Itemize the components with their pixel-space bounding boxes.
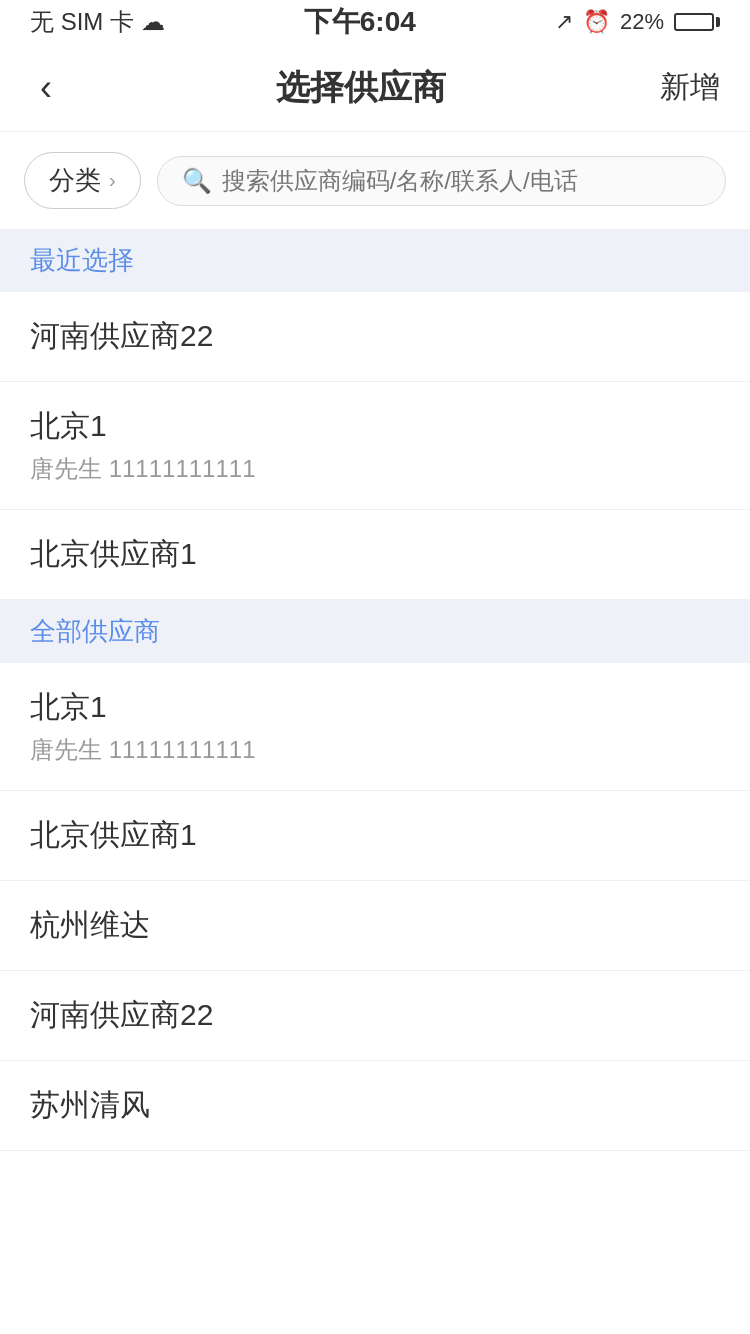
item-name: 北京1 xyxy=(30,687,720,728)
status-left: 无 SIM 卡 ☁ xyxy=(30,6,165,38)
status-time: 下午6:04 xyxy=(304,3,416,41)
status-bar: 无 SIM 卡 ☁ 下午6:04 ↗ ⏰ 22% xyxy=(0,0,750,44)
nav-bar: ‹ 选择供应商 新增 xyxy=(0,44,750,132)
battery-icon xyxy=(674,13,720,31)
filter-bar: 分类 › 🔍 xyxy=(0,132,750,229)
item-sub: 唐先生 11111111111 xyxy=(30,453,720,485)
battery-text: 22% xyxy=(620,9,664,35)
recent-section-header: 最近选择 xyxy=(0,229,750,292)
category-label: 分类 xyxy=(49,163,101,198)
no-sim-text: 无 SIM 卡 ☁ xyxy=(30,6,165,38)
item-name: 北京供应商1 xyxy=(30,815,720,856)
all-section-header: 全部供应商 xyxy=(0,600,750,663)
item-name: 北京供应商1 xyxy=(30,534,720,575)
item-name: 杭州维达 xyxy=(30,905,720,946)
recent-items-list: 河南供应商22 北京1 唐先生 11111111111 北京供应商1 xyxy=(0,292,750,600)
list-item[interactable]: 北京1 唐先生 11111111111 xyxy=(0,382,750,510)
list-item[interactable]: 河南供应商22 xyxy=(0,292,750,382)
item-name: 河南供应商22 xyxy=(30,995,720,1036)
item-name: 北京1 xyxy=(30,406,720,447)
search-box[interactable]: 🔍 xyxy=(157,156,726,206)
back-button[interactable]: ‹ xyxy=(30,57,62,119)
item-name: 河南供应商22 xyxy=(30,316,720,357)
all-items-list: 北京1 唐先生 11111111111 北京供应商1 杭州维达河南供应商22 苏州清风 xyxy=(0,663,750,1151)
list-item[interactable]: 北京1 唐先生 11111111111 xyxy=(0,663,750,791)
alarm-icon: ⏰ xyxy=(583,9,610,35)
chevron-right-icon: › xyxy=(109,169,116,192)
search-icon: 🔍 xyxy=(182,167,212,195)
list-item[interactable]: 北京供应商1 xyxy=(0,510,750,600)
location-icon: ↗ xyxy=(555,9,573,35)
status-right: ↗ ⏰ 22% xyxy=(555,9,720,35)
list-item[interactable]: 苏州清风 xyxy=(0,1061,750,1151)
item-name: 苏州清风 xyxy=(30,1085,720,1126)
item-sub: 唐先生 11111111111 xyxy=(30,734,720,766)
list-item[interactable]: 北京供应商1 xyxy=(0,791,750,881)
search-input[interactable] xyxy=(222,167,701,195)
page-title: 选择供应商 xyxy=(276,65,446,111)
category-button[interactable]: 分类 › xyxy=(24,152,141,209)
list-item[interactable]: 杭州维达 xyxy=(0,881,750,971)
list-item[interactable]: 河南供应商22 xyxy=(0,971,750,1061)
add-button[interactable]: 新增 xyxy=(660,67,720,108)
